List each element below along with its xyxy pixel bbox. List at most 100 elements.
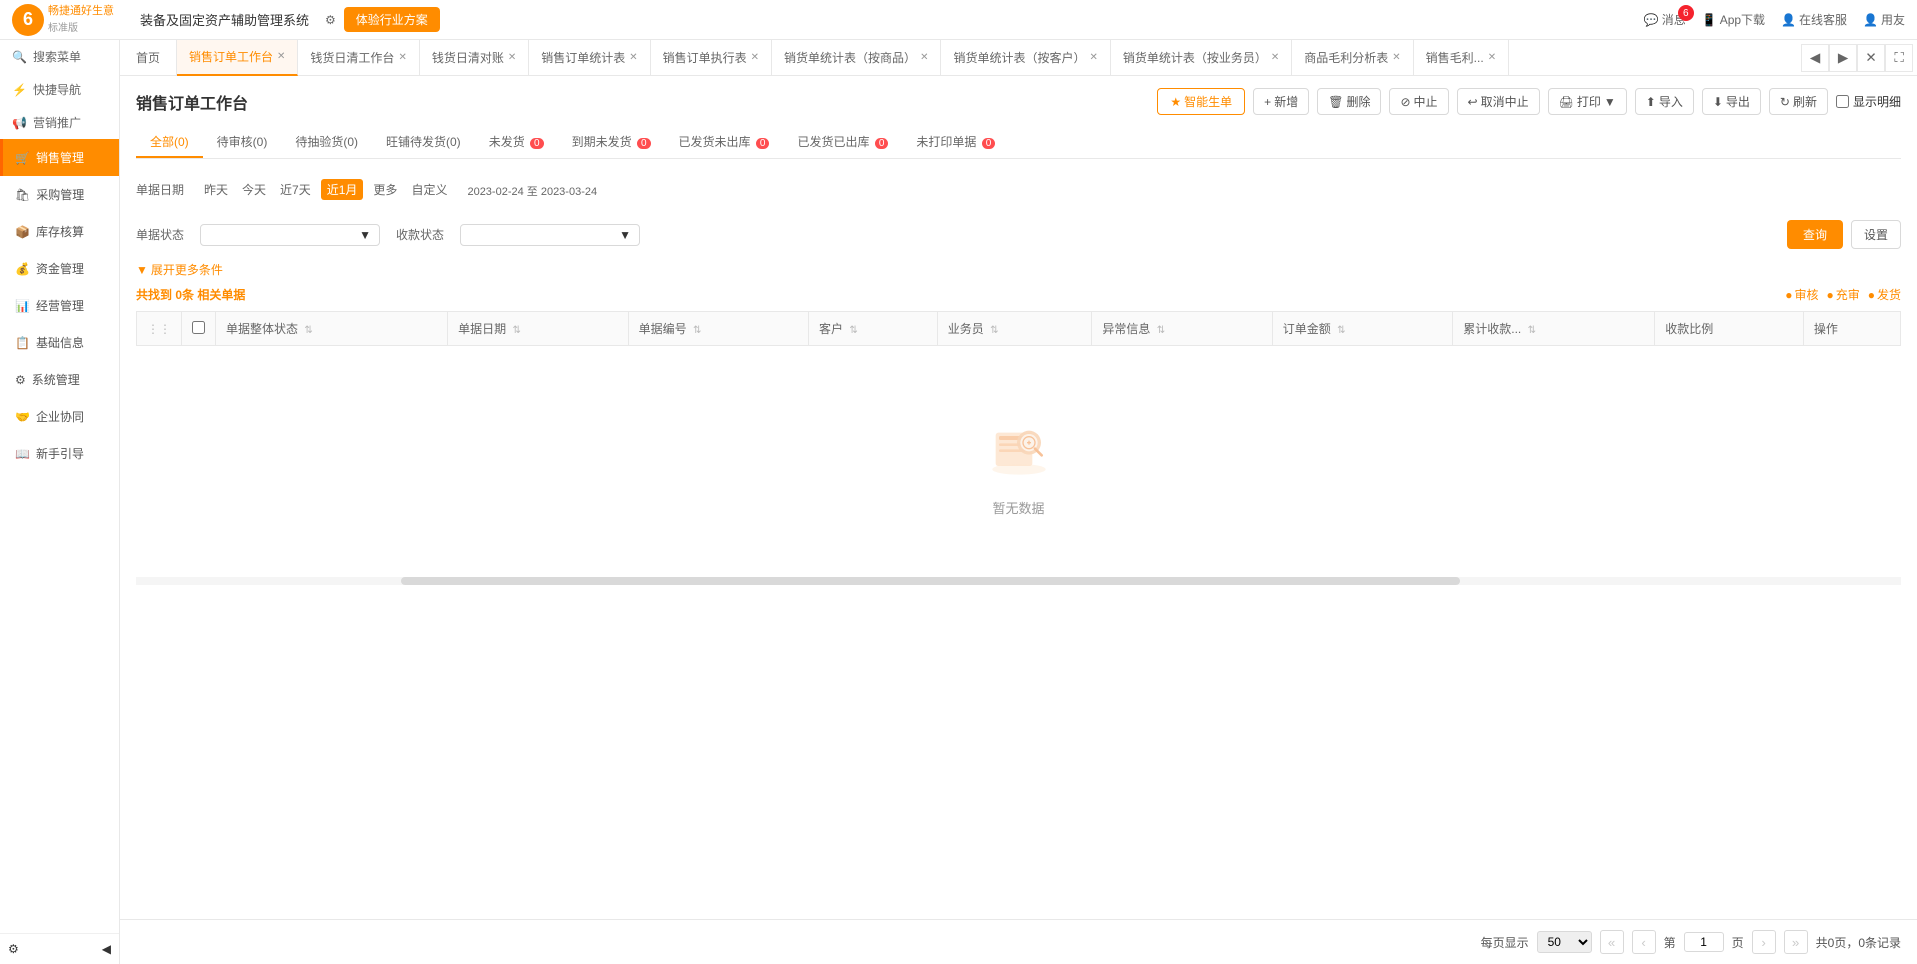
filter-tab-overdue[interactable]: 到期未发货 0 [558, 127, 665, 158]
payment-select[interactable]: ▼ [460, 224, 640, 246]
horizontal-scrollbar[interactable] [136, 577, 1901, 585]
tab-close-by-staff[interactable]: ✕ [1271, 52, 1279, 63]
col-date[interactable]: 单据日期 ⇅ [448, 312, 628, 346]
filter-tab-not-printed[interactable]: 未打印单据 0 [902, 127, 1009, 158]
sidebar-item-sales[interactable]: 🛒 销售管理 [0, 139, 119, 176]
date-opt-7days[interactable]: 近7天 [276, 179, 315, 200]
page-input[interactable] [1684, 932, 1724, 952]
online-service[interactable]: 👤 在线客服 [1781, 11, 1847, 28]
delete-btn[interactable]: 🗑 删除 [1317, 88, 1381, 115]
message-icon[interactable]: 💬 消息 6 [1644, 11, 1686, 28]
query-btn[interactable]: 查询 [1787, 220, 1843, 249]
print-btn[interactable]: 🖨 打印 ▼ [1548, 88, 1627, 115]
select-all-checkbox[interactable] [192, 321, 205, 334]
sidebar-item-basic[interactable]: 📋 基础信息 [0, 324, 119, 361]
sidebar-item-finance[interactable]: 💰 资金管理 [0, 250, 119, 287]
finance-label: 资金管理 [36, 260, 84, 277]
tab-fullscreen[interactable]: ⛶ [1885, 44, 1913, 72]
tab-close-all[interactable]: ✕ [1857, 44, 1885, 72]
collapse-icon[interactable]: ◀ [102, 942, 111, 956]
sidebar-item-cooperation[interactable]: 🤝 企业协同 [0, 398, 119, 435]
export-btn[interactable]: ⬇ 导出 [1702, 88, 1761, 115]
tab-nav-prev[interactable]: ◀ [1801, 44, 1829, 72]
settings-icon[interactable]: ⚙ [8, 942, 19, 956]
sort-customer-icon: ⇅ [849, 325, 857, 336]
date-opt-1month[interactable]: 近1月 [321, 179, 364, 200]
tab-close-sales-workbench[interactable]: ✕ [277, 51, 285, 62]
per-page-select[interactable]: 50 10 20 100 [1537, 931, 1592, 953]
sidebar-item-guide[interactable]: 📖 新手引导 [0, 435, 119, 472]
ship-action[interactable]: ● 发货 [1868, 286, 1901, 303]
col-status[interactable]: 单据整体状态 ⇅ [216, 312, 448, 346]
tab-home[interactable]: 首页 [120, 40, 177, 76]
filter-tab-pending-check[interactable]: 待抽验货(0) [281, 127, 372, 158]
tab-close-cash-reconcile[interactable]: ✕ [508, 52, 516, 63]
tab-close-gross-profit[interactable]: ✕ [1392, 52, 1400, 63]
tab-sales-by-product[interactable]: 销货单统计表（按商品） ✕ [772, 40, 941, 76]
filter-tab-not-shipped[interactable]: 未发货 0 [475, 127, 558, 158]
sidebar-item-inventory[interactable]: 📦 库存核算 [0, 213, 119, 250]
user-menu[interactable]: 👤 用友 [1863, 11, 1905, 28]
gear-icon[interactable]: ⚙ [325, 13, 336, 27]
scrollbar-thumb[interactable] [401, 577, 1460, 585]
cancel-action[interactable]: ● 充审 [1826, 286, 1859, 303]
col-checkbox[interactable] [182, 312, 216, 346]
app-download[interactable]: 📱 App下载 [1702, 11, 1765, 28]
first-page-btn[interactable]: « [1600, 930, 1624, 954]
refresh-btn[interactable]: ↻ 刷新 [1769, 88, 1828, 115]
tab-close-sales-exec[interactable]: ✕ [751, 52, 759, 63]
filter-tab-all[interactable]: 全部(0) [136, 127, 203, 158]
sidebar-item-search[interactable]: 🔍 搜索菜单 [0, 40, 119, 73]
prev-page-btn[interactable]: ‹ [1632, 930, 1656, 954]
date-opt-yesterday[interactable]: 昨天 [200, 179, 232, 200]
sidebar-item-system[interactable]: ⚙ 系统管理 [0, 361, 119, 398]
sidebar-item-purchase[interactable]: 🛍 采购管理 [0, 176, 119, 213]
tab-close-cash-daily[interactable]: ✕ [398, 52, 406, 63]
filter-tab-shipped-no-out[interactable]: 已发货未出库 0 [665, 127, 784, 158]
last-page-btn[interactable]: » [1784, 930, 1808, 954]
tab-sales-workbench[interactable]: 销售订单工作台 ✕ [177, 40, 298, 76]
next-page-btn[interactable]: › [1752, 930, 1776, 954]
sidebar-item-operation[interactable]: 📊 经营管理 [0, 287, 119, 324]
tab-close-sales-stat[interactable]: ✕ [629, 52, 637, 63]
setting-btn[interactable]: 设置 [1851, 220, 1901, 249]
tab-gross-profit[interactable]: 商品毛利分析表 ✕ [1292, 40, 1413, 76]
filter-tab-wangpu[interactable]: 旺铺待发货(0) [372, 127, 475, 158]
expand-more[interactable]: ▼ 展开更多条件 [136, 261, 1901, 278]
date-opt-more[interactable]: 更多 [369, 179, 401, 200]
smart-order-btn[interactable]: ★ 智能生单 [1157, 88, 1245, 115]
tab-sales-by-staff[interactable]: 销货单统计表（按业务员） ✕ [1111, 40, 1292, 76]
sidebar-item-marketing[interactable]: 📢 营销推广 [0, 106, 119, 139]
status-select[interactable]: ▼ [200, 224, 380, 246]
audit-action[interactable]: ● 审核 [1785, 286, 1818, 303]
tab-close-by-customer[interactable]: ✕ [1089, 52, 1097, 63]
detail-checkbox-input[interactable] [1836, 95, 1849, 108]
col-staff[interactable]: 业务员 ⇅ [937, 312, 1092, 346]
col-number[interactable]: 单据编号 ⇅ [628, 312, 808, 346]
date-opt-today[interactable]: 今天 [238, 179, 270, 200]
col-amount[interactable]: 订单金额 ⇅ [1272, 312, 1452, 346]
add-btn[interactable]: + 新增 [1253, 88, 1309, 115]
filter-tab-shipped-out[interactable]: 已发货已出库 0 [783, 127, 902, 158]
tab-sales-stat[interactable]: 销售订单统计表 ✕ [529, 40, 650, 76]
date-opt-custom[interactable]: 自定义 [407, 179, 451, 200]
tab-cash-daily[interactable]: 钱货日清工作台 ✕ [298, 40, 419, 76]
tab-cash-reconcile[interactable]: 钱货日清对账 ✕ [420, 40, 529, 76]
industry-btn[interactable]: 体验行业方案 [344, 7, 440, 32]
filter-tab-pending[interactable]: 待审核(0) [203, 127, 282, 158]
sidebar-item-quicknav[interactable]: ⚡ 快捷导航 [0, 73, 119, 106]
tab-sales-exec[interactable]: 销售订单执行表 ✕ [651, 40, 772, 76]
tab-sales-by-customer[interactable]: 销货单统计表（按客户） ✕ [941, 40, 1110, 76]
stop-btn[interactable]: ⊘ 中止 [1389, 88, 1448, 115]
col-collected[interactable]: 累计收款... ⇅ [1453, 312, 1655, 346]
col-customer[interactable]: 客户 ⇅ [809, 312, 938, 346]
show-detail-checkbox[interactable]: 显示明细 [1836, 93, 1901, 110]
tab-close-by-product[interactable]: ✕ [920, 52, 928, 63]
cancel-stop-btn[interactable]: ↩ 取消中止 [1457, 88, 1540, 115]
import-btn[interactable]: ⬆ 导入 [1635, 88, 1694, 115]
tab-close-sales-more[interactable]: ✕ [1488, 52, 1496, 63]
tab-nav-next[interactable]: ▶ [1829, 44, 1857, 72]
col-exception[interactable]: 异常信息 ⇅ [1092, 312, 1272, 346]
system-icon: ⚙ [15, 373, 26, 387]
tab-sales-more[interactable]: 销售毛利... ✕ [1414, 40, 1509, 76]
